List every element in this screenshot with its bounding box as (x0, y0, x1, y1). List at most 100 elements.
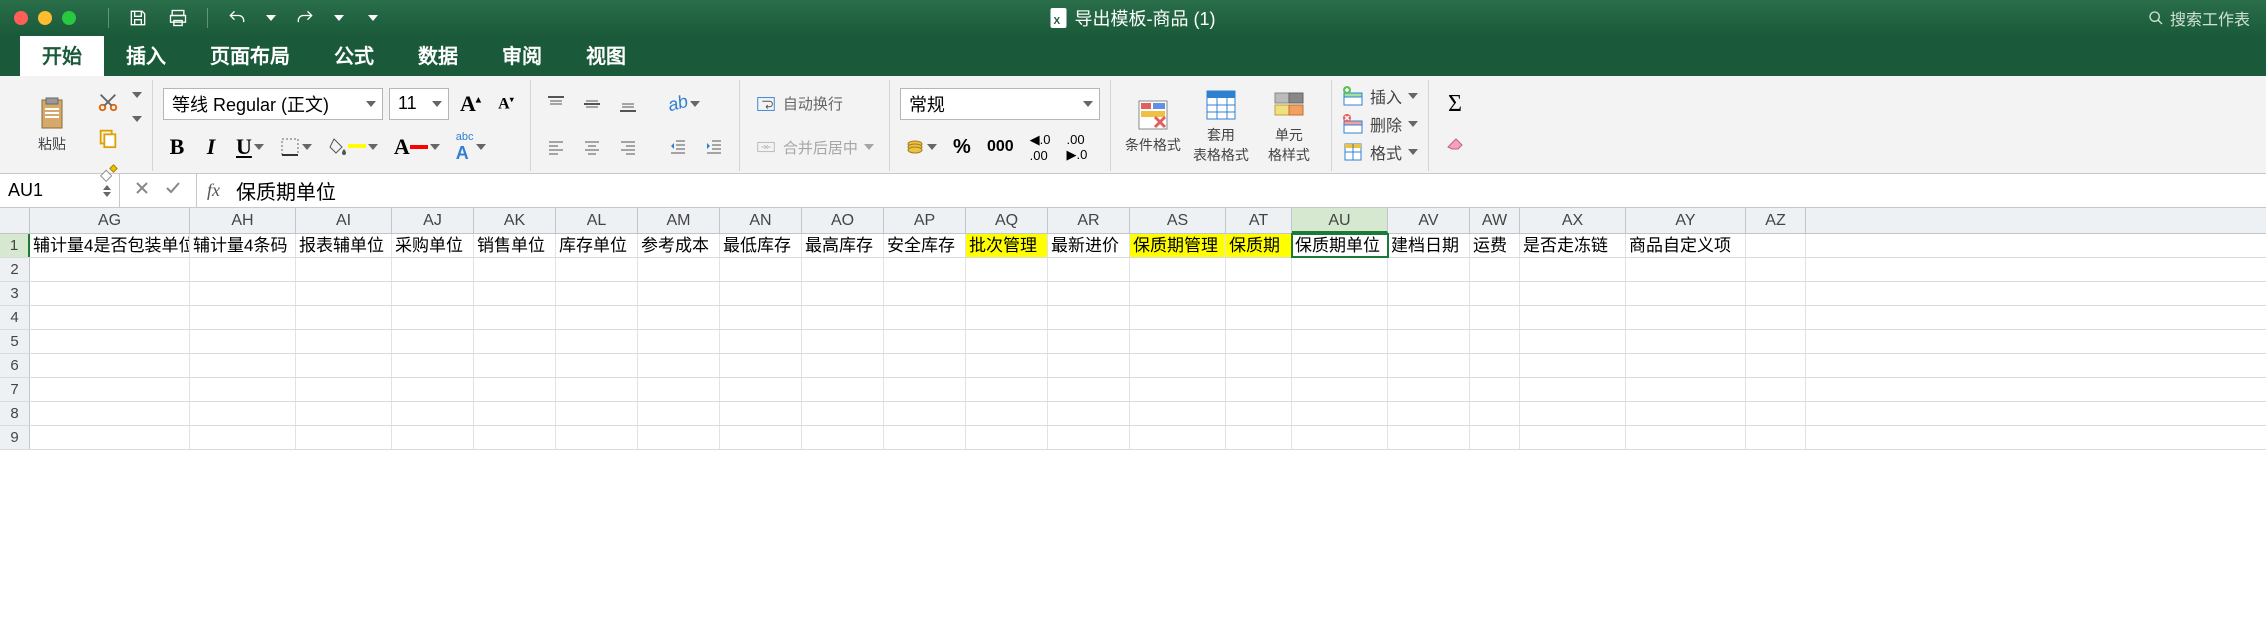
cell-AW4[interactable] (1470, 306, 1520, 329)
cell-AV9[interactable] (1388, 426, 1470, 449)
cell-AT1[interactable]: 保质期 (1226, 234, 1292, 257)
bold-button[interactable]: B (163, 131, 191, 163)
cell-AV2[interactable] (1388, 258, 1470, 281)
cell-AN1[interactable]: 最低库存 (720, 234, 802, 257)
cell-AM8[interactable] (638, 402, 720, 425)
insert-cells-button[interactable]: 插入 (1342, 82, 1418, 110)
cell-AU3[interactable] (1292, 282, 1388, 305)
cell-AO7[interactable] (802, 378, 884, 401)
orientation-button[interactable]: ab (663, 88, 705, 120)
cell-AO2[interactable] (802, 258, 884, 281)
cell-AY6[interactable] (1626, 354, 1746, 377)
cell-AT2[interactable] (1226, 258, 1292, 281)
copy-dropdown-icon[interactable] (132, 116, 142, 122)
conditional-format-button[interactable]: 条件格式 (1121, 83, 1185, 169)
cell-AK4[interactable] (474, 306, 556, 329)
row-header-2[interactable]: 2 (0, 258, 30, 281)
cell-AQ1[interactable]: 批次管理 (966, 234, 1048, 257)
cell-AK6[interactable] (474, 354, 556, 377)
phonetic-button[interactable]: abcA (451, 131, 491, 163)
cell-AH8[interactable] (190, 402, 296, 425)
row-header-8[interactable]: 8 (0, 402, 30, 425)
cell-AR8[interactable] (1048, 402, 1130, 425)
cell-AT3[interactable] (1226, 282, 1292, 305)
cell-AZ3[interactable] (1746, 282, 1806, 305)
cell-AI7[interactable] (296, 378, 392, 401)
cell-AY5[interactable] (1626, 330, 1746, 353)
cell-AG7[interactable] (30, 378, 190, 401)
cell-AJ7[interactable] (392, 378, 474, 401)
cell-AM9[interactable] (638, 426, 720, 449)
name-box[interactable]: AU1 (0, 174, 120, 207)
undo-icon[interactable] (226, 7, 248, 29)
cell-AT9[interactable] (1226, 426, 1292, 449)
cell-AQ5[interactable] (966, 330, 1048, 353)
cell-AG6[interactable] (30, 354, 190, 377)
redo-dropdown-icon[interactable] (334, 15, 344, 21)
cell-AV7[interactable] (1388, 378, 1470, 401)
cell-AZ5[interactable] (1746, 330, 1806, 353)
cell-AS5[interactable] (1130, 330, 1226, 353)
underline-button[interactable]: U (231, 131, 269, 163)
cell-AN2[interactable] (720, 258, 802, 281)
tab-view[interactable]: 视图 (564, 33, 648, 76)
cut-button[interactable] (92, 86, 124, 118)
cell-AX6[interactable] (1520, 354, 1626, 377)
clear-button[interactable] (1439, 126, 1471, 158)
cell-AZ1[interactable] (1746, 234, 1806, 257)
cell-AS8[interactable] (1130, 402, 1226, 425)
column-header-AM[interactable]: AM (638, 208, 720, 233)
cell-AU4[interactable] (1292, 306, 1388, 329)
cell-AY3[interactable] (1626, 282, 1746, 305)
column-header-AV[interactable]: AV (1388, 208, 1470, 233)
cell-AN8[interactable] (720, 402, 802, 425)
cell-AW8[interactable] (1470, 402, 1520, 425)
cell-AY1[interactable]: 商品自定义项 (1626, 234, 1746, 257)
column-header-AR[interactable]: AR (1048, 208, 1130, 233)
cell-AX1[interactable]: 是否走冻链 (1520, 234, 1626, 257)
cell-AH5[interactable] (190, 330, 296, 353)
tab-review[interactable]: 审阅 (480, 33, 564, 76)
cell-AH3[interactable] (190, 282, 296, 305)
cell-AH7[interactable] (190, 378, 296, 401)
cell-AJ1[interactable]: 采购单位 (392, 234, 474, 257)
cell-AM3[interactable] (638, 282, 720, 305)
cell-AV8[interactable] (1388, 402, 1470, 425)
column-header-AU[interactable]: AU (1292, 208, 1388, 233)
cell-AJ2[interactable] (392, 258, 474, 281)
cell-AO6[interactable] (802, 354, 884, 377)
cell-AK5[interactable] (474, 330, 556, 353)
cell-AL7[interactable] (556, 378, 638, 401)
align-top-button[interactable] (541, 88, 571, 120)
cut-dropdown-icon[interactable] (132, 92, 142, 98)
cell-AZ2[interactable] (1746, 258, 1806, 281)
column-header-AY[interactable]: AY (1626, 208, 1746, 233)
cell-AI2[interactable] (296, 258, 392, 281)
cell-AG3[interactable] (30, 282, 190, 305)
tab-formulas[interactable]: 公式 (312, 33, 396, 76)
cell-AU2[interactable] (1292, 258, 1388, 281)
cell-AM7[interactable] (638, 378, 720, 401)
cell-AQ9[interactable] (966, 426, 1048, 449)
cell-AR5[interactable] (1048, 330, 1130, 353)
cell-AL8[interactable] (556, 402, 638, 425)
fill-color-button[interactable] (323, 131, 383, 163)
row-header-7[interactable]: 7 (0, 378, 30, 401)
cell-AU5[interactable] (1292, 330, 1388, 353)
cell-AJ5[interactable] (392, 330, 474, 353)
decrease-decimal-button[interactable]: .00▶.0 (1061, 131, 1092, 163)
cell-AU7[interactable] (1292, 378, 1388, 401)
cell-AL2[interactable] (556, 258, 638, 281)
column-header-AI[interactable]: AI (296, 208, 392, 233)
row-header-6[interactable]: 6 (0, 354, 30, 377)
cell-AQ6[interactable] (966, 354, 1048, 377)
decrease-font-button[interactable]: A▾ (492, 88, 520, 120)
row-header-9[interactable]: 9 (0, 426, 30, 449)
cell-AR3[interactable] (1048, 282, 1130, 305)
cell-AZ7[interactable] (1746, 378, 1806, 401)
qat-customize-icon[interactable] (368, 15, 378, 21)
column-header-AJ[interactable]: AJ (392, 208, 474, 233)
cell-AO5[interactable] (802, 330, 884, 353)
delete-cells-button[interactable]: 删除 (1342, 110, 1418, 138)
tab-home[interactable]: 开始 (20, 33, 104, 76)
